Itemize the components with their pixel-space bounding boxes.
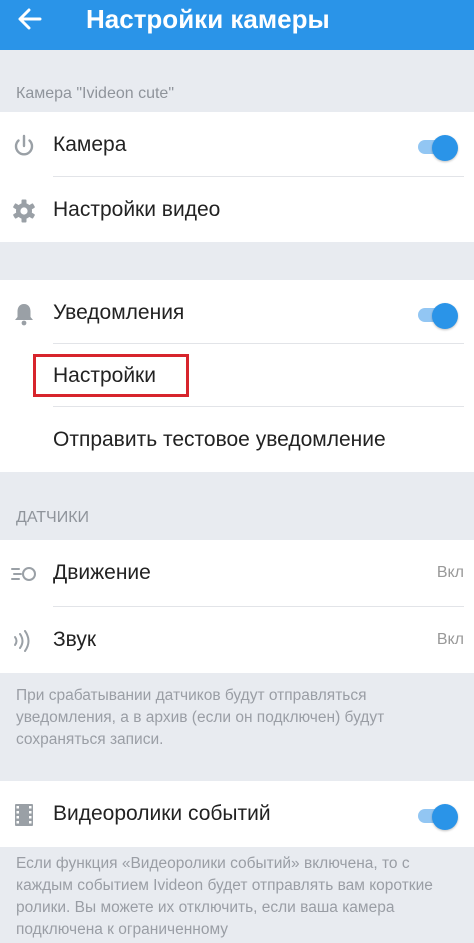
camera-section-header: Камера "Ivideon cute" xyxy=(16,85,174,102)
event-clips-card: Видеоролики событий xyxy=(0,781,474,847)
event-clips-label: Видеоролики событий xyxy=(53,802,271,825)
test-notification-label: Отправить тестовое уведомление xyxy=(53,428,386,451)
toggle-knob xyxy=(432,804,458,830)
sound-value: Вкл xyxy=(436,631,464,648)
app-bar: Настройки камеры xyxy=(0,0,474,50)
sound-row[interactable]: Звук Вкл xyxy=(0,607,474,673)
toggle-knob xyxy=(432,135,458,161)
test-notification-row[interactable]: Отправить тестовое уведомление xyxy=(0,407,474,473)
notifications-toggle[interactable] xyxy=(418,303,460,329)
event-clips-toggle[interactable] xyxy=(418,804,460,830)
motion-icon xyxy=(10,560,38,588)
camera-card: Камера Настройки видео xyxy=(0,112,474,242)
back-button[interactable] xyxy=(18,7,50,31)
power-icon xyxy=(10,132,38,160)
highlight-box xyxy=(33,354,189,397)
sound-icon xyxy=(10,627,38,655)
camera-toggle[interactable] xyxy=(418,135,460,161)
motion-value: Вкл xyxy=(436,564,464,581)
gear-icon xyxy=(10,197,38,225)
notifications-row[interactable]: Уведомления xyxy=(0,280,474,346)
sound-label: Звук xyxy=(53,628,97,651)
arrow-left-icon xyxy=(18,8,42,30)
bell-icon xyxy=(10,300,38,328)
film-icon xyxy=(10,801,38,829)
sensors-card: Движение Вкл Звук Вкл xyxy=(0,540,474,673)
toggle-knob xyxy=(432,303,458,329)
motion-label: Движение xyxy=(53,561,151,584)
sensors-note: При срабатывании датчиков будут отправля… xyxy=(16,687,385,748)
video-settings-row[interactable]: Настройки видео xyxy=(0,177,474,243)
page-title: Настройки камеры xyxy=(86,4,330,34)
event-clips-note: Если функция «Видеоролики событий» включ… xyxy=(16,855,433,938)
sensors-section-header: ДАТЧИКИ xyxy=(16,509,90,526)
notifications-label: Уведомления xyxy=(53,301,185,324)
camera-row[interactable]: Камера xyxy=(0,112,474,178)
camera-label: Камера xyxy=(53,133,127,156)
motion-row[interactable]: Движение Вкл xyxy=(0,540,474,606)
event-clips-row[interactable]: Видеоролики событий xyxy=(0,781,474,847)
video-settings-label: Настройки видео xyxy=(53,198,221,221)
